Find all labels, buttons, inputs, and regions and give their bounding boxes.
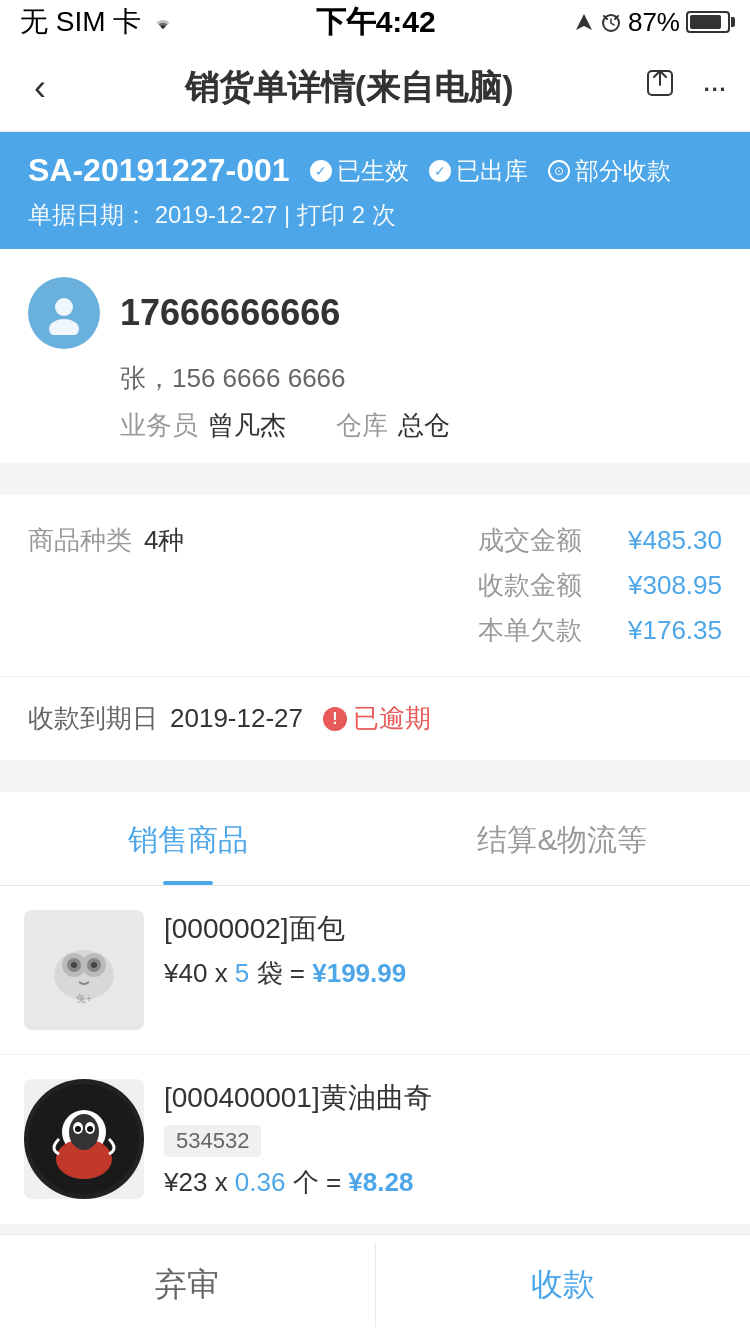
- svg-point-19: [87, 1126, 93, 1132]
- overdue-text: 已逾期: [353, 701, 431, 736]
- status-badge-shipped: ✓ 已出库: [429, 155, 528, 187]
- nav-bar: ‹ 销货单详情(来自电脑) ···: [0, 44, 750, 132]
- check-icon-2: ✓: [429, 160, 451, 182]
- transaction-label: 成交金额: [478, 523, 582, 558]
- status-carrier: 无 SIM 卡: [20, 3, 177, 41]
- overdue-icon: !: [323, 707, 347, 731]
- warehouse-name: 总仓: [398, 408, 450, 443]
- svg-text:兔+: 兔+: [76, 993, 92, 1004]
- summary-card: 商品种类 4种 成交金额 ¥485.30 收款金额 ¥308.95 本单欠款 ¥…: [0, 495, 750, 676]
- svg-point-9: [71, 962, 77, 968]
- warehouse-label: 仓库: [336, 408, 388, 443]
- svg-point-3: [49, 319, 79, 335]
- tab-settlement[interactable]: 结算&物流等: [375, 792, 750, 885]
- bottom-bar: 弃审 收款: [0, 1234, 750, 1334]
- transaction-row: 成交金额 ¥485.30: [478, 523, 722, 558]
- status-time: 下午4:42: [316, 2, 436, 43]
- owl-icon: 兔+: [44, 930, 124, 1010]
- table-row: [000400001]黄油曲奇 534532 ¥23 x 0.36 个 = ¥8…: [0, 1055, 750, 1225]
- sales-label: 业务员: [120, 408, 198, 443]
- battery-icon: [686, 11, 730, 33]
- tab-products[interactable]: 销售商品: [0, 792, 375, 885]
- transaction-value: ¥485.30: [602, 525, 722, 556]
- order-banner: SA-20191227-001 ✓ 已生效 ✓ 已出库 ⊙ 部分收款 单据日期：…: [0, 132, 750, 249]
- location-icon: [574, 12, 594, 32]
- amount-info: 成交金额 ¥485.30 收款金额 ¥308.95 本单欠款 ¥176.35: [478, 523, 722, 648]
- svg-point-2: [55, 298, 73, 316]
- table-row: 兔+ [0000002]面包 ¥40 x 5 袋 = ¥199.99: [0, 886, 750, 1055]
- product-thumbnail-1: 兔+: [24, 910, 144, 1030]
- receipt-row: 收款金额 ¥308.95: [478, 568, 722, 603]
- avatar: [28, 277, 100, 349]
- category-value: 4种: [144, 523, 184, 558]
- product-list: 兔+ [0000002]面包 ¥40 x 5 袋 = ¥199.99: [0, 886, 750, 1225]
- receipt-label: 收款金额: [478, 568, 582, 603]
- alarm-icon: [600, 11, 622, 33]
- tabs: 销售商品 结算&物流等: [0, 792, 750, 886]
- customer-meta: 业务员 曾凡杰 仓库 总仓: [28, 408, 722, 443]
- ninja-icon: [29, 1084, 139, 1194]
- category-label: 商品种类: [28, 523, 132, 558]
- due-date-label: 收款到期日: [28, 701, 158, 736]
- status-badge-partial: ⊙ 部分收款: [548, 155, 671, 187]
- debt-value: ¥176.35: [602, 615, 722, 646]
- status-bar: 无 SIM 卡 下午4:42 87%: [0, 0, 750, 44]
- svg-point-15: [69, 1114, 99, 1150]
- product-thumbnail-2: [24, 1079, 144, 1199]
- status-badge-active: ✓ 已生效: [310, 155, 409, 187]
- check-icon-1: ✓: [310, 160, 332, 182]
- order-date: 单据日期： 2019-12-27 | 打印 2 次: [28, 199, 722, 231]
- debt-label: 本单欠款: [478, 613, 582, 648]
- customer-phone: 17666666666: [120, 292, 340, 334]
- carrier-text: 无 SIM 卡: [20, 3, 141, 41]
- debt-row: 本单欠款 ¥176.35: [478, 613, 722, 648]
- section-divider-2: [0, 776, 750, 792]
- nav-right-actions: ···: [642, 65, 726, 110]
- status-right: 87%: [574, 7, 730, 38]
- back-button[interactable]: ‹: [24, 57, 56, 119]
- customer-name-phone: 张，156 6666 6666: [28, 361, 722, 396]
- share-icon[interactable]: [642, 65, 678, 110]
- product-tag-2: 534532: [164, 1125, 261, 1157]
- product-price-2: ¥23 x 0.36 个 = ¥8.28: [164, 1165, 726, 1200]
- clock-icon: ⊙: [548, 160, 570, 182]
- product-info-2: [000400001]黄油曲奇 534532 ¥23 x 0.36 个 = ¥8…: [164, 1079, 726, 1200]
- more-icon[interactable]: ···: [702, 69, 726, 106]
- overdue-card: 收款到期日 2019-12-27 ! 已逾期: [0, 677, 750, 760]
- order-id: SA-20191227-001: [28, 152, 290, 189]
- product-info-1: [0000002]面包 ¥40 x 5 袋 = ¥199.99: [164, 910, 726, 991]
- cancel-review-button[interactable]: 弃审: [0, 1243, 376, 1327]
- overdue-status: ! 已逾期: [323, 701, 431, 736]
- due-date: 2019-12-27: [170, 703, 303, 734]
- customer-card: 17666666666 张，156 6666 6666 业务员 曾凡杰 仓库 总…: [0, 249, 750, 463]
- product-sku-2: [000400001]黄油曲奇: [164, 1079, 726, 1117]
- collect-payment-button[interactable]: 收款: [376, 1243, 751, 1327]
- page-title: 销货单详情(来自电脑): [185, 65, 514, 111]
- svg-point-10: [91, 962, 97, 968]
- battery-text: 87%: [628, 7, 680, 38]
- section-divider-1: [0, 479, 750, 495]
- svg-point-18: [75, 1126, 81, 1132]
- receipt-value: ¥308.95: [602, 570, 722, 601]
- product-price-1: ¥40 x 5 袋 = ¥199.99: [164, 956, 726, 991]
- sales-name: 曾凡杰: [208, 408, 286, 443]
- category-info: 商品种类 4种: [28, 523, 184, 558]
- product-sku-1: [0000002]面包: [164, 910, 726, 948]
- wifi-icon: [149, 11, 177, 33]
